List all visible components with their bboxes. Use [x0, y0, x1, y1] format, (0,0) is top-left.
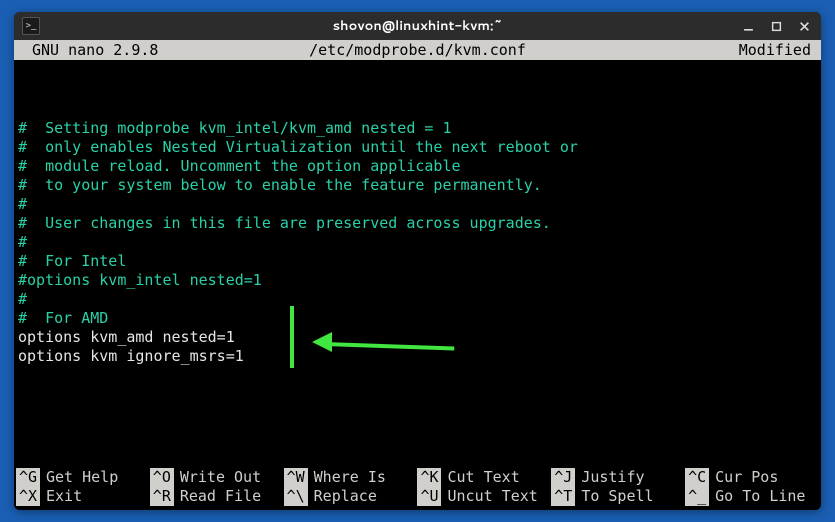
window-controls	[735, 12, 817, 40]
shortcut-key: ^W	[284, 468, 308, 487]
titlebar: >_ shovon@linuxhint-kvm:~	[14, 12, 821, 40]
editor-line: # User changes in this file are preserve…	[18, 214, 817, 233]
editor-line: #	[18, 233, 817, 252]
shortcut-cell: ^_ Go To Line	[685, 487, 819, 506]
shortcut-label: Read File	[180, 487, 261, 506]
close-icon	[799, 21, 810, 32]
editor-line: #options kvm_intel nested=1	[18, 271, 817, 290]
shortcut-key: ^O	[150, 468, 174, 487]
shortcut-label: Cur Pos	[715, 468, 778, 487]
shortcut-label: Cut Text	[447, 468, 519, 487]
editor-line: # For Intel	[18, 252, 817, 271]
editor-line: options kvm ignore_msrs=1	[18, 347, 817, 366]
shortcut-label: Get Help	[46, 468, 118, 487]
shortcut-cell: ^\ Replace	[284, 487, 418, 506]
shortcut-label: Write Out	[180, 468, 261, 487]
editor-line: #	[18, 195, 817, 214]
shortcut-label: Replace	[314, 487, 377, 506]
maximize-icon	[771, 21, 782, 32]
nano-shortcut-bar: ^G Get Help ^O Write Out ^W Where Is ^K Cut Tex…	[14, 468, 821, 510]
close-button[interactable]	[791, 16, 817, 36]
shortcut-key: ^K	[417, 468, 441, 487]
shortcut-label: Justify	[581, 468, 644, 487]
shortcut-label: Where Is	[314, 468, 386, 487]
editor-line: #	[18, 290, 817, 309]
terminal-window: >_ shovon@linuxhint-kvm:~ GNU nano 2.9.8…	[14, 12, 821, 510]
shortcut-label: Uncut Text	[447, 487, 537, 506]
editor-line: # Setting modprobe kvm_intel/kvm_amd nes…	[18, 119, 817, 138]
shortcut-cell: ^K Cut Text	[417, 468, 551, 487]
shortcut-cell: ^R Read File	[150, 487, 284, 506]
nano-header: GNU nano 2.9.8 /etc/modprobe.d/kvm.conf …	[14, 40, 821, 60]
nano-version: GNU nano 2.9.8	[18, 40, 158, 60]
shortcut-key: ^X	[16, 487, 40, 506]
shortcut-key: ^C	[685, 468, 709, 487]
shortcut-cell: ^O Write Out	[150, 468, 284, 487]
nano-editor-area[interactable]: # Setting modprobe kvm_intel/kvm_amd nes…	[14, 60, 821, 468]
shortcut-cell: ^T To Spell	[551, 487, 685, 506]
terminal-app-icon: >_	[22, 17, 40, 35]
shortcut-cell: ^J Justify	[551, 468, 685, 487]
minimize-button[interactable]	[735, 16, 761, 36]
maximize-button[interactable]	[763, 16, 789, 36]
shortcut-cell: ^X Exit	[16, 487, 150, 506]
shortcut-label: Go To Line	[715, 487, 805, 506]
shortcut-label: Exit	[46, 487, 82, 506]
shortcut-key: ^U	[417, 487, 441, 506]
editor-line: # For AMD	[18, 309, 817, 328]
editor-line: options kvm_amd nested=1	[18, 328, 817, 347]
shortcut-key: ^G	[16, 468, 40, 487]
shortcut-key: ^_	[685, 487, 709, 506]
shortcut-key: ^\	[284, 487, 308, 506]
shortcut-cell: ^C Cur Pos	[685, 468, 819, 487]
editor-line: # only enables Nested Virtualization unt…	[18, 138, 817, 157]
shortcut-cell: ^W Where Is	[284, 468, 418, 487]
shortcut-cell: ^U Uncut Text	[417, 487, 551, 506]
minimize-icon	[743, 21, 754, 32]
window-title: shovon@linuxhint-kvm:~	[14, 17, 821, 35]
shortcut-key: ^R	[150, 487, 174, 506]
nano-modified-status: Modified	[739, 40, 817, 60]
editor-line: # to your system below to enable the fea…	[18, 176, 817, 195]
shortcut-cell: ^G Get Help	[16, 468, 150, 487]
shortcut-key: ^T	[551, 487, 575, 506]
shortcut-label: To Spell	[581, 487, 653, 506]
shortcut-key: ^J	[551, 468, 575, 487]
editor-line: # module reload. Uncomment the option ap…	[18, 157, 817, 176]
